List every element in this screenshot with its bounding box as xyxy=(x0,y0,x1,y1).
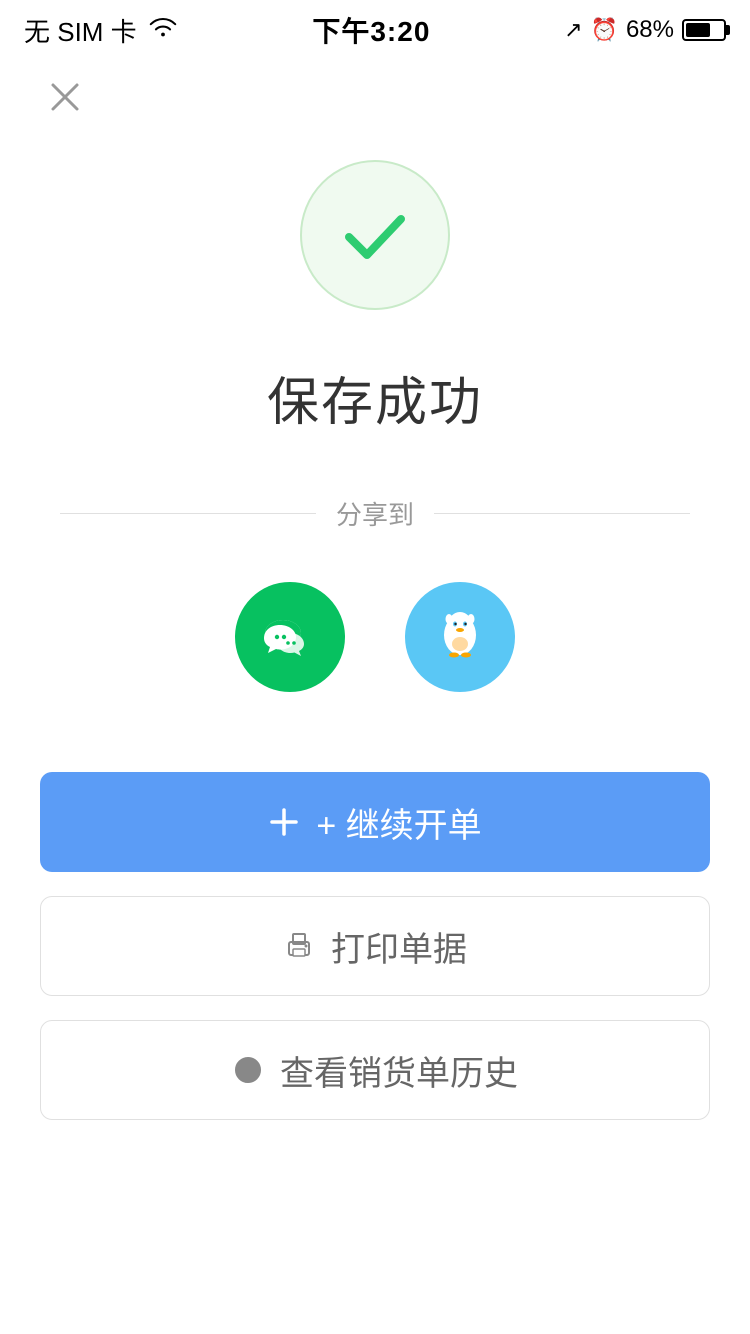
status-right: ↗ ⏰ 68% xyxy=(564,16,726,44)
main-content: 保存成功 分享到 xyxy=(0,60,750,1120)
wifi-icon xyxy=(147,15,179,46)
qq-icon xyxy=(428,605,492,669)
print-icon xyxy=(283,930,315,962)
continue-button[interactable]: + 继续开单 xyxy=(40,772,710,872)
battery-icon xyxy=(682,19,726,41)
wechat-icon xyxy=(258,605,322,669)
divider-right xyxy=(434,513,690,514)
location-icon: ↗ xyxy=(564,17,582,43)
print-button[interactable]: 打印单据 xyxy=(40,896,710,996)
close-button[interactable] xyxy=(40,72,90,122)
continue-label: + 继续开单 xyxy=(316,798,481,847)
divider-left xyxy=(60,513,316,514)
history-icon xyxy=(232,1054,264,1086)
status-time: 下午3:20 xyxy=(312,10,430,50)
checkmark-icon xyxy=(335,195,415,275)
battery-percent: 68% xyxy=(626,16,674,44)
success-icon-circle xyxy=(300,160,450,310)
status-bar: 无 SIM 卡 下午3:20 ↗ ⏰ 68% xyxy=(0,0,750,60)
action-buttons: + 继续开单 打印单据 查看销货单历史 xyxy=(0,772,750,1120)
share-label: 分享到 xyxy=(316,495,434,532)
history-label: 查看销货单历史 xyxy=(280,1046,518,1095)
share-qq-button[interactable] xyxy=(405,582,515,692)
share-icons-row xyxy=(235,582,515,692)
success-title: 保存成功 xyxy=(267,360,483,435)
history-button[interactable]: 查看销货单历史 xyxy=(40,1020,710,1120)
share-wechat-button[interactable] xyxy=(235,582,345,692)
share-section: 分享到 xyxy=(0,495,750,532)
sim-status: 无 SIM 卡 xyxy=(24,12,137,49)
alarm-icon: ⏰ xyxy=(591,17,618,43)
status-left: 无 SIM 卡 xyxy=(24,12,179,49)
plus-icon xyxy=(268,806,300,838)
print-label: 打印单据 xyxy=(331,922,467,971)
